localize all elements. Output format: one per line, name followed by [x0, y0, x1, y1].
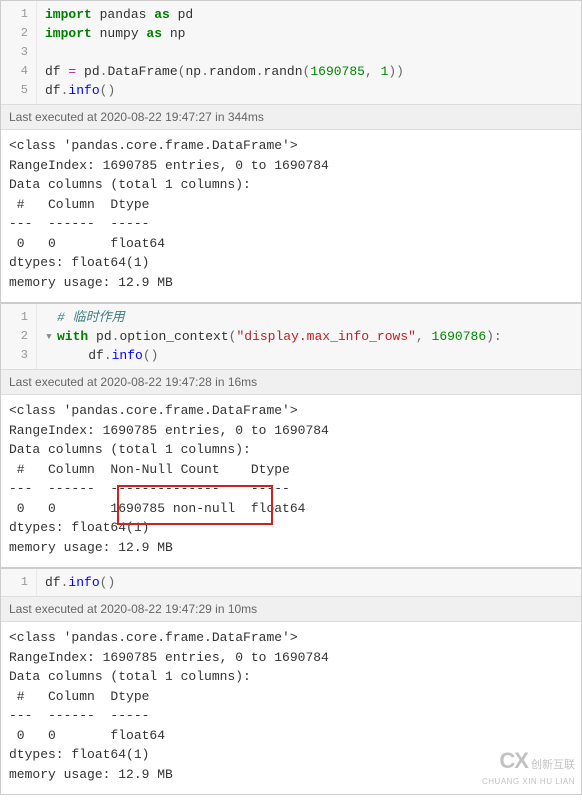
- line-number: 5: [5, 81, 28, 100]
- line-gutter: 12345: [1, 1, 37, 104]
- line-number: 1: [5, 573, 28, 592]
- code-line[interactable]: ▾with pd.option_context("display.max_inf…: [45, 327, 573, 346]
- output-area: <class 'pandas.core.frame.DataFrame'> Ra…: [1, 395, 581, 567]
- line-number: 1: [5, 5, 28, 24]
- line-number: 2: [5, 24, 28, 43]
- code-block[interactable]: 12345 import pandas as pdimport numpy as…: [1, 1, 581, 104]
- code-area[interactable]: import pandas as pdimport numpy as np df …: [37, 1, 581, 104]
- execution-status: Last executed at 2020-08-22 19:47:28 in …: [1, 369, 581, 395]
- watermark-logo-text: CX: [499, 748, 528, 773]
- code-block[interactable]: 1 df.info(): [1, 569, 581, 596]
- code-line[interactable]: import numpy as np: [45, 24, 573, 43]
- line-gutter: 1: [1, 569, 37, 596]
- code-cell-3: 1 df.info() Last executed at 2020-08-22 …: [0, 568, 582, 795]
- code-cell-1: 12345 import pandas as pdimport numpy as…: [0, 0, 582, 303]
- code-line[interactable]: df.info(): [45, 81, 573, 100]
- watermark-line1: 创新互联: [531, 759, 575, 771]
- code-line[interactable]: # 临时作用: [45, 308, 573, 327]
- line-number: 4: [5, 62, 28, 81]
- fold-marker-icon: [45, 308, 55, 327]
- code-line[interactable]: import pandas as pd: [45, 5, 573, 24]
- code-line[interactable]: df.info(): [45, 346, 573, 365]
- line-gutter: 123: [1, 304, 37, 369]
- fold-marker-icon[interactable]: ▾: [45, 327, 55, 346]
- line-number: 1: [5, 308, 28, 327]
- code-line[interactable]: [45, 43, 573, 62]
- execution-status: Last executed at 2020-08-22 19:47:29 in …: [1, 596, 581, 622]
- code-line[interactable]: df = pd.DataFrame(np.random.randn(169078…: [45, 62, 573, 81]
- line-number: 3: [5, 43, 28, 62]
- code-area[interactable]: # 临时作用▾with pd.option_context("display.m…: [37, 304, 581, 369]
- watermark-logo: CX 创新互联 CHUANG XIN HU LIAN: [482, 748, 575, 788]
- output-area: <class 'pandas.core.frame.DataFrame'> Ra…: [1, 130, 581, 302]
- line-number: 3: [5, 346, 28, 365]
- execution-status: Last executed at 2020-08-22 19:47:27 in …: [1, 104, 581, 130]
- line-number: 2: [5, 327, 28, 346]
- code-area[interactable]: df.info(): [37, 569, 581, 596]
- code-line[interactable]: df.info(): [45, 573, 573, 592]
- watermark-line2: CHUANG XIN HU LIAN: [482, 777, 575, 786]
- code-block[interactable]: 123 # 临时作用▾with pd.option_context("displ…: [1, 304, 581, 369]
- code-cell-2: 123 # 临时作用▾with pd.option_context("displ…: [0, 303, 582, 568]
- fold-marker-icon: [45, 346, 55, 365]
